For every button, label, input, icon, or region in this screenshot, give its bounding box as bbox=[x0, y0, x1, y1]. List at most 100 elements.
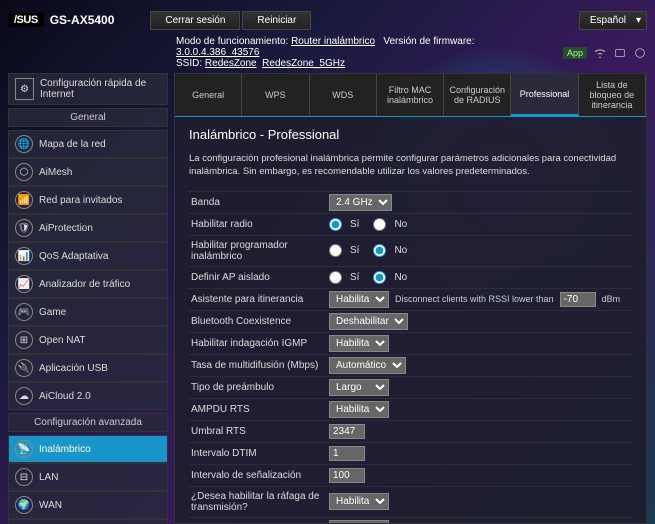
sidebar-item-amazon-alexa[interactable]: 🔊Amazon Alexa bbox=[8, 519, 168, 524]
tab-general[interactable]: General bbox=[175, 74, 242, 116]
tab-filtro-mac-inalámbrico[interactable]: Filtro MAC inalámbrico bbox=[377, 74, 444, 116]
sidebar-icon: 🛡 bbox=[15, 219, 33, 237]
ampdu-select[interactable]: Habilitar bbox=[329, 401, 389, 418]
isol-no[interactable] bbox=[373, 271, 386, 284]
rts-input[interactable] bbox=[329, 424, 365, 439]
beacon-input[interactable] bbox=[329, 468, 365, 483]
quick-setup-label: Configuración rápida de Internet bbox=[40, 78, 161, 100]
yes-label: Sí bbox=[350, 219, 359, 230]
igmp-select[interactable]: Habilitar bbox=[329, 335, 389, 352]
beacon-label: Intervalo de señalización bbox=[189, 466, 329, 485]
bt-label: Bluetooth Coexistence bbox=[189, 312, 329, 331]
sidebar-item-label: AiMesh bbox=[39, 167, 72, 178]
ampdu-label: AMPDU RTS bbox=[189, 400, 329, 419]
fw-label: Versión de firmware: bbox=[383, 36, 474, 47]
sidebar-item-lan[interactable]: ⊟ LAN bbox=[8, 463, 168, 491]
burst-label: ¿Desea habilitar la ráfaga de transmisió… bbox=[189, 487, 329, 517]
sidebar-item-mapa-de-la-red[interactable]: 🌐Mapa de la red bbox=[8, 130, 168, 158]
sidebar-icon: 📶 bbox=[15, 191, 33, 209]
sidebar-item-analizador-de-tráfico[interactable]: 📈Analizador de tráfico bbox=[8, 270, 168, 298]
roam-unit: dBm bbox=[602, 294, 621, 304]
opmode-label: Modo de funcionamiento: bbox=[176, 36, 288, 47]
reboot-button[interactable]: Reiniciar bbox=[242, 11, 311, 30]
dtim-input[interactable] bbox=[329, 446, 365, 461]
sidebar-item-label: Mapa de la red bbox=[39, 139, 106, 150]
sidebar-item-label: AiProtection bbox=[39, 223, 93, 234]
sidebar-icon: 📊 bbox=[15, 247, 33, 265]
tab-configuración-de-radius[interactable]: Configuración de RADIUS bbox=[444, 74, 511, 116]
app-badge[interactable]: App bbox=[563, 47, 587, 59]
fw-link[interactable]: 3.0.0.4.386_43576 bbox=[176, 47, 259, 58]
language-select[interactable]: Español bbox=[579, 11, 647, 30]
ssid-label: SSID: bbox=[176, 58, 202, 69]
sidebar-item-aplicación-usb[interactable]: 🔌 Aplicación USB bbox=[8, 354, 168, 382]
logout-button[interactable]: Cerrar sesión bbox=[150, 11, 240, 30]
sidebar-item-label: QoS Adaptativa bbox=[39, 251, 109, 262]
sidebar-item-label: LAN bbox=[39, 472, 58, 483]
quick-setup-icon: ⚙ bbox=[15, 78, 34, 100]
sidebar-icon: 🎮 bbox=[15, 303, 33, 321]
dtim-label: Intervalo DTIM bbox=[189, 444, 329, 463]
sidebar-item-game[interactable]: 🎮 Game bbox=[8, 298, 168, 326]
sidebar-item-label: Open NAT bbox=[39, 335, 86, 346]
radio-yes[interactable] bbox=[329, 218, 342, 231]
mcast-select[interactable]: Automático bbox=[329, 357, 406, 374]
no-label: No bbox=[394, 219, 407, 230]
band-label: Banda bbox=[189, 193, 329, 212]
sidebar-item-aicloud-2.0[interactable]: ☁ AiCloud 2.0 bbox=[8, 382, 168, 410]
pre-label: Tipo de preámbulo bbox=[189, 378, 329, 397]
sched-yes[interactable] bbox=[329, 244, 342, 257]
advanced-header: Configuración avanzada bbox=[8, 413, 168, 432]
sidebar-item-label: Red para invitados bbox=[39, 195, 122, 206]
sidebar-item-label: AiCloud 2.0 bbox=[39, 391, 91, 402]
sidebar-item-label: Game bbox=[39, 307, 66, 318]
sidebar-item-open-nat[interactable]: ⊞Open NAT bbox=[8, 326, 168, 354]
wmm-select[interactable]: Habilitar bbox=[329, 520, 389, 523]
tab-wds[interactable]: WDS bbox=[310, 74, 377, 116]
wifi-status-icon[interactable] bbox=[593, 46, 607, 60]
sidebar-icon: 🔌 bbox=[15, 359, 33, 377]
sched-label: Habilitar programador inalámbrico bbox=[189, 236, 329, 266]
roam-rssi-input[interactable] bbox=[560, 292, 596, 307]
radio-no[interactable] bbox=[373, 218, 386, 231]
pre-select[interactable]: Largo bbox=[329, 379, 389, 396]
ssid1-link[interactable]: RedesZone bbox=[205, 58, 257, 69]
sidebar-item-wan[interactable]: 🌍WAN bbox=[8, 491, 168, 519]
opmode-link[interactable]: Router inalámbrico bbox=[291, 36, 375, 47]
isol-label: Definir AP aislado bbox=[189, 268, 329, 287]
usb-status-icon[interactable] bbox=[633, 46, 647, 60]
sidebar-item-inalámbrico[interactable]: 📡 Inalámbrico bbox=[8, 435, 168, 463]
sched-no[interactable] bbox=[373, 244, 386, 257]
cable-status-icon[interactable] bbox=[613, 46, 627, 60]
sidebar-item-label: Inalámbrico bbox=[39, 444, 91, 455]
band-select[interactable]: 2.4 GHz bbox=[329, 194, 392, 211]
mcast-label: Tasa de multidifusión (Mbps) bbox=[189, 356, 329, 375]
sidebar-icon: ⊟ bbox=[15, 468, 33, 486]
tab-professional[interactable]: Professional bbox=[511, 74, 578, 116]
sidebar-icon: ☁ bbox=[15, 387, 33, 405]
roam-select[interactable]: Habilitar bbox=[329, 291, 389, 308]
panel-title: Inalámbrico - Professional bbox=[189, 127, 632, 142]
sidebar-item-red-para-invitados[interactable]: 📶 Red para invitados bbox=[8, 186, 168, 214]
sidebar-icon: 🌍 bbox=[15, 496, 33, 514]
sidebar-item-aimesh[interactable]: ⬡ AiMesh bbox=[8, 158, 168, 186]
sidebar-item-label: Aplicación USB bbox=[39, 363, 108, 374]
wmm-label: Habilitar WMM bbox=[189, 519, 329, 523]
sidebar-item-qos-adaptativa[interactable]: 📊 QoS Adaptativa bbox=[8, 242, 168, 270]
model-name: GS-AX5400 bbox=[50, 13, 115, 27]
general-header: General bbox=[8, 108, 168, 127]
quick-setup[interactable]: ⚙ Configuración rápida de Internet bbox=[8, 73, 168, 105]
isol-yes[interactable] bbox=[329, 271, 342, 284]
roam-label: Asistente para itinerancia bbox=[189, 290, 329, 309]
sidebar-item-aiprotection[interactable]: 🛡 AiProtection bbox=[8, 214, 168, 242]
sidebar-icon: 📡 bbox=[15, 440, 33, 458]
tab-lista-de-bloqueo-de-itinerancia[interactable]: Lista de bloqueo de itinerancia bbox=[579, 74, 646, 116]
bt-select[interactable]: Deshabilitar bbox=[329, 313, 408, 330]
panel-desc: La configuración profesional inalámbrica… bbox=[189, 152, 632, 179]
burst-select[interactable]: Habilitar bbox=[329, 493, 389, 510]
ssid2-link[interactable]: RedesZone_5GHz bbox=[262, 58, 345, 69]
tab-wps[interactable]: WPS bbox=[242, 74, 309, 116]
radio-label: Habilitar radio bbox=[189, 215, 329, 234]
sidebar-item-label: Analizador de tráfico bbox=[39, 279, 130, 290]
sidebar-icon: ⬡ bbox=[15, 163, 33, 181]
